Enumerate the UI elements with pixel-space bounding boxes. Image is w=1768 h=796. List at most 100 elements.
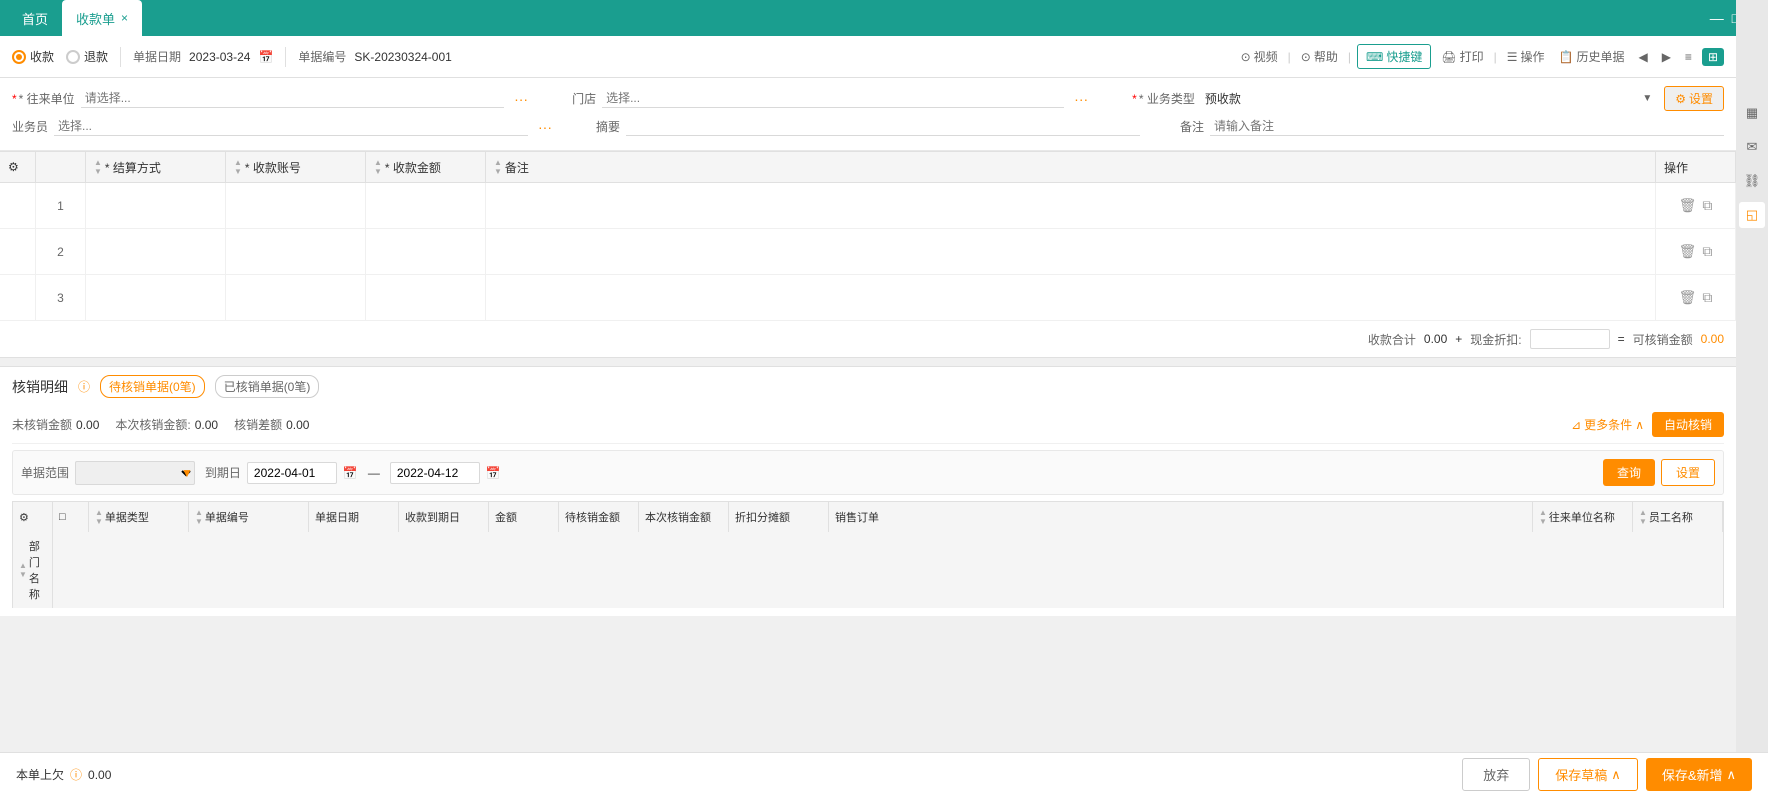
delete-icon-3[interactable]: 🗑 <box>1679 289 1697 306</box>
sidebar-email-icon[interactable]: ✉ <box>1739 134 1765 160</box>
calendar-icon[interactable]: 📅 <box>258 50 273 64</box>
cell-empty-3 <box>0 275 36 320</box>
sidebar-link-icon[interactable]: ⛓ <box>1739 168 1765 194</box>
footer-left: 本单上欠 ⓘ 0.00 <box>16 766 111 783</box>
counter-party-label: ** 往来单位 <box>12 90 75 107</box>
remarks-input[interactable] <box>1210 117 1724 136</box>
business-type-value: 预收款 <box>1201 88 1636 109</box>
tab-pending[interactable]: 待核销单据(0笔) <box>100 375 205 398</box>
salesperson-label: 业务员 <box>12 118 48 135</box>
radio-receipt[interactable]: 收款 <box>12 48 54 65</box>
salesperson-more-btn[interactable]: ··· <box>534 119 556 135</box>
date-from-input[interactable]: 2022-04-01 <box>247 462 337 484</box>
col-settings[interactable]: ⚙ <box>0 152 36 182</box>
cell-amount-3[interactable] <box>366 275 486 320</box>
save-draft-btn[interactable]: 保存草稿 ∧ <box>1538 758 1638 791</box>
radio-refund[interactable]: 退款 <box>66 48 108 65</box>
bcol-check[interactable]: □ <box>53 502 89 532</box>
date-to-input[interactable]: 2022-04-12 <box>390 462 480 484</box>
cal-from-icon[interactable]: 📅 <box>343 466 358 480</box>
cell-settlement-1[interactable] <box>86 183 226 228</box>
tab-done[interactable]: 已核销单据(0笔) <box>215 375 320 398</box>
copy-icon-3[interactable]: ⧉ <box>1702 289 1712 306</box>
info-icon-footer[interactable]: ⓘ <box>70 766 82 783</box>
print-btn[interactable]: 🖨 打印 <box>1437 46 1487 67</box>
number-value: SK-20230324-001 <box>354 50 451 64</box>
filter-settings-btn[interactable]: 设置 <box>1661 459 1715 486</box>
cell-settlement-2[interactable] <box>86 229 226 274</box>
next-icon[interactable]: ▶ <box>1658 48 1675 66</box>
tab-close-icon[interactable]: × <box>121 11 128 25</box>
delete-icon-1[interactable]: 🗑 <box>1679 197 1697 214</box>
store-more-btn[interactable]: ··· <box>1070 91 1092 107</box>
uncancelled-item: 未核销金额 0.00 <box>12 416 99 433</box>
help-btn[interactable]: ⊙ 帮助 <box>1297 46 1342 67</box>
col-action: 操作 <box>1656 152 1736 182</box>
range-dropdown-icon[interactable]: ▼ <box>181 466 193 480</box>
toolbar-right: ⊙ 视频 | ⊙ 帮助 | ⌨ 快捷键 🖨 打印 | ☰ 操作 📋 历史单据 ◀… <box>1237 44 1724 69</box>
discount-input[interactable] <box>1530 329 1610 349</box>
auto-offset-btn[interactable]: 自动核销 <box>1652 412 1724 437</box>
last-order-label: 本单上欠 <box>16 766 64 783</box>
salesperson-input[interactable] <box>54 117 528 136</box>
operation-btn[interactable]: ☰ 操作 <box>1503 46 1549 67</box>
divider-2 <box>285 47 286 67</box>
diff-value: 0.00 <box>286 418 309 432</box>
cell-settlement-3[interactable] <box>86 275 226 320</box>
copy-icon-2[interactable]: ⧉ <box>1702 243 1712 260</box>
bcol-pending: 待核销金额 <box>559 502 639 532</box>
query-btn[interactable]: 查询 <box>1603 459 1655 486</box>
cell-account-2[interactable] <box>226 229 366 274</box>
search-bar: 单据范围 ▼ 到期日 2022-04-01 📅 — 2022-04-12 📅 查… <box>12 450 1724 495</box>
due-date-label: 到期日 <box>205 464 241 481</box>
uncancelled-value: 0.00 <box>76 418 99 432</box>
tab-home[interactable]: 首页 <box>8 0 62 36</box>
save-new-btn[interactable]: 保存&新增 ∧ <box>1646 758 1752 791</box>
cell-remark-1[interactable] <box>486 183 1656 228</box>
col-amount: ▲▼ * 收款金额 <box>366 152 486 182</box>
cell-action-3: 🗑 ⧉ <box>1656 275 1736 320</box>
plus-sign: + <box>1455 332 1462 346</box>
shortcut-btn[interactable]: ⌨ 快捷键 <box>1357 44 1431 69</box>
sidebar-camera-icon[interactable]: ◱ <box>1739 202 1765 228</box>
cell-remark-2[interactable] <box>486 229 1656 274</box>
bcol-due-date: 收款到期日 <box>399 502 489 532</box>
due-date-field: 到期日 2022-04-01 📅 — 2022-04-12 📅 <box>205 462 501 484</box>
bcol-settings[interactable]: ⚙ <box>13 502 53 532</box>
more-conditions-btn[interactable]: ⊿ 更多条件 ∧ <box>1571 416 1644 433</box>
prev-icon[interactable]: ◀ <box>1634 48 1651 66</box>
sidebar-table-icon[interactable]: ▦ <box>1739 100 1765 126</box>
save-arrow-icon: ∧ <box>1726 767 1736 783</box>
history-btn[interactable]: 📋 历史单据 <box>1554 46 1628 67</box>
tab-bar: 首页 收款单 × — □ ✕ <box>0 0 1768 36</box>
diff-item: 核销差额 0.00 <box>234 416 309 433</box>
cell-account-1[interactable] <box>226 183 366 228</box>
cell-amount-1[interactable] <box>366 183 486 228</box>
counter-party-input[interactable] <box>81 89 504 108</box>
bcol-party: ▲▼往来单位名称 <box>1533 502 1633 532</box>
range-select[interactable] <box>75 461 195 485</box>
cell-num-1: 1 <box>36 183 86 228</box>
tab-receipt[interactable]: 收款单 × <box>62 0 142 36</box>
grid-view-btn[interactable]: ⊞ <box>1702 48 1724 66</box>
counter-party-more-btn[interactable]: ··· <box>510 91 532 107</box>
delete-icon-2[interactable]: 🗑 <box>1679 243 1697 260</box>
table-row: 3 🗑 ⧉ <box>0 275 1736 321</box>
summary-input[interactable] <box>626 117 1140 136</box>
cell-amount-2[interactable] <box>366 229 486 274</box>
info-icon[interactable]: ⓘ <box>78 378 90 395</box>
table-row: 2 🗑 ⧉ <box>0 229 1736 275</box>
discard-btn[interactable]: 放弃 <box>1462 758 1530 791</box>
store-input[interactable] <box>602 89 1064 108</box>
video-btn[interactable]: ⊙ 视频 <box>1237 46 1282 67</box>
cal-to-icon[interactable]: 📅 <box>486 466 501 480</box>
settings-btn[interactable]: ⚙ 设置 <box>1664 86 1724 111</box>
minimize-icon[interactable]: — <box>1710 10 1724 27</box>
store-label: 门店 <box>572 90 596 107</box>
cell-remark-3[interactable] <box>486 275 1656 320</box>
business-type-dropdown[interactable]: ▼ <box>1642 93 1652 104</box>
copy-icon-1[interactable]: ⧉ <box>1702 197 1712 214</box>
list-icon[interactable]: ≡ <box>1681 48 1696 66</box>
current-label: 本次核销金额: <box>115 416 190 433</box>
cell-account-3[interactable] <box>226 275 366 320</box>
